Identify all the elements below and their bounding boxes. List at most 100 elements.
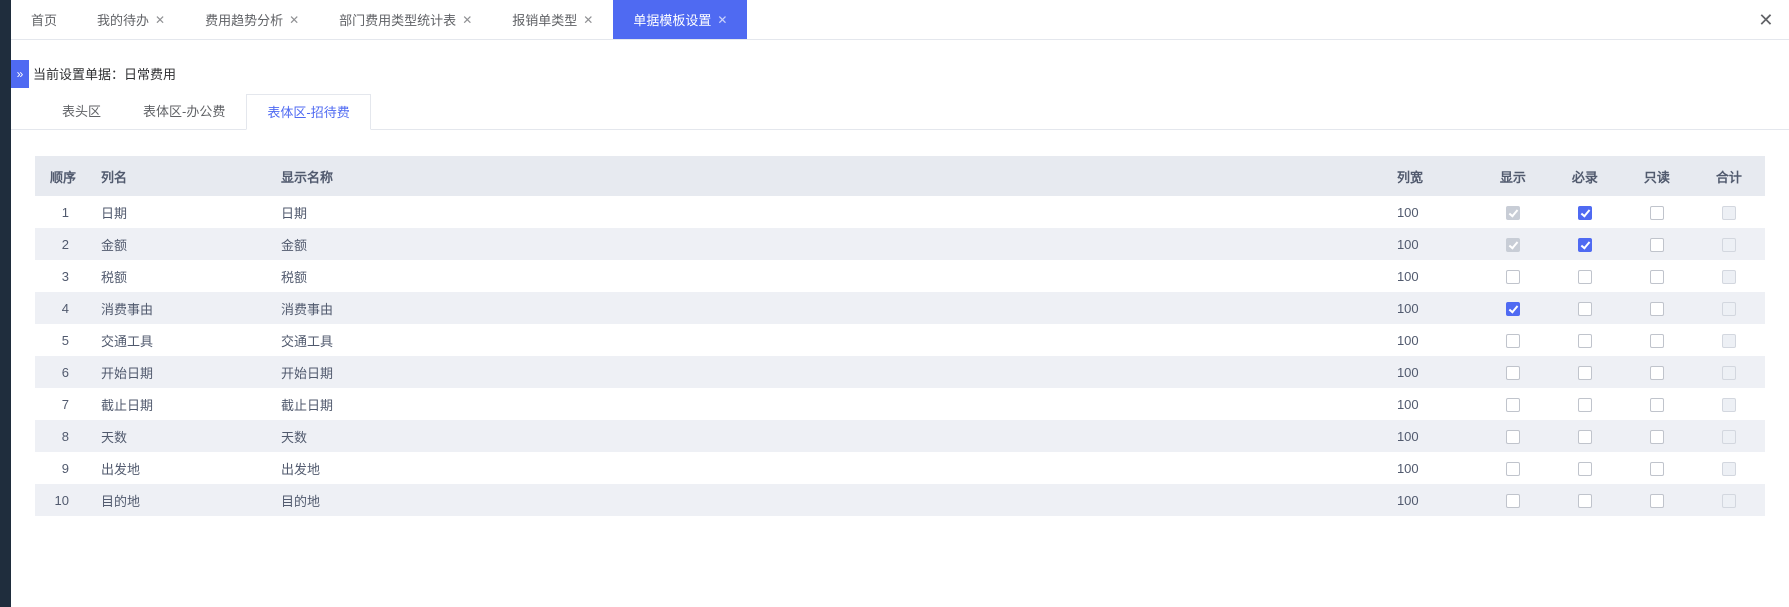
required-checkbox[interactable]	[1578, 302, 1592, 316]
show-checkbox[interactable]	[1506, 270, 1520, 284]
readonly-checkbox[interactable]	[1650, 398, 1664, 412]
sum-checkbox	[1722, 398, 1736, 412]
top-tab[interactable]: 费用趋势分析✕	[185, 0, 319, 39]
close-icon: ✕	[1758, 10, 1773, 31]
table-row: 1日期日期100	[35, 196, 1765, 228]
show-checkbox	[1506, 206, 1520, 220]
cell-width[interactable]: 100	[1387, 388, 1477, 420]
th-width: 列宽	[1387, 156, 1477, 196]
cell-width[interactable]: 100	[1387, 260, 1477, 292]
cell-name: 消费事由	[91, 292, 271, 324]
cell-width[interactable]: 100	[1387, 356, 1477, 388]
required-checkbox[interactable]	[1578, 238, 1592, 252]
cell-display-name[interactable]: 日期	[271, 196, 1387, 228]
required-checkbox[interactable]	[1578, 430, 1592, 444]
cell-width[interactable]: 100	[1387, 324, 1477, 356]
required-checkbox[interactable]	[1578, 270, 1592, 284]
chevron-right-double-icon: »	[17, 67, 24, 81]
top-tab[interactable]: 报销单类型✕	[492, 0, 613, 39]
section-tab[interactable]: 表体区-招待费	[246, 94, 370, 130]
required-checkbox[interactable]	[1578, 462, 1592, 476]
cell-req	[1549, 292, 1621, 324]
cell-show	[1477, 388, 1549, 420]
show-checkbox[interactable]	[1506, 494, 1520, 508]
table-row: 5交通工具交通工具100	[35, 324, 1765, 356]
show-checkbox[interactable]	[1506, 334, 1520, 348]
readonly-checkbox[interactable]	[1650, 334, 1664, 348]
sum-checkbox	[1722, 206, 1736, 220]
cell-display-name[interactable]: 开始日期	[271, 356, 1387, 388]
cell-width[interactable]: 100	[1387, 228, 1477, 260]
config-table-wrapper: 顺序 列名 显示名称 列宽 显示 必录 只读 合计 1日期日期1002金额金额1…	[11, 130, 1789, 516]
cell-ro	[1621, 196, 1693, 228]
cell-width[interactable]: 100	[1387, 196, 1477, 228]
cell-req	[1549, 420, 1621, 452]
cell-show	[1477, 196, 1549, 228]
table-row: 10目的地目的地100	[35, 484, 1765, 516]
th-show: 显示	[1477, 156, 1549, 196]
close-icon[interactable]: ✕	[155, 13, 165, 27]
readonly-checkbox[interactable]	[1650, 366, 1664, 380]
cell-display-name[interactable]: 金额	[271, 228, 1387, 260]
show-checkbox[interactable]	[1506, 366, 1520, 380]
section-tab[interactable]: 表头区	[41, 93, 122, 129]
top-tab-label: 单据模板设置	[633, 10, 711, 29]
show-checkbox[interactable]	[1506, 398, 1520, 412]
cell-width[interactable]: 100	[1387, 452, 1477, 484]
readonly-checkbox[interactable]	[1650, 462, 1664, 476]
collapse-sidebar-button[interactable]: »	[11, 60, 29, 88]
close-icon[interactable]: ✕	[462, 13, 472, 27]
required-checkbox[interactable]	[1578, 494, 1592, 508]
cell-seq: 8	[35, 420, 91, 452]
th-req: 必录	[1549, 156, 1621, 196]
close-icon[interactable]: ✕	[583, 13, 593, 27]
cell-width[interactable]: 100	[1387, 484, 1477, 516]
table-row: 7截止日期截止日期100	[35, 388, 1765, 420]
close-all-tabs-button[interactable]: ✕	[1749, 0, 1783, 40]
cell-show	[1477, 324, 1549, 356]
cell-show	[1477, 356, 1549, 388]
required-checkbox[interactable]	[1578, 398, 1592, 412]
cell-seq: 7	[35, 388, 91, 420]
show-checkbox[interactable]	[1506, 430, 1520, 444]
required-checkbox[interactable]	[1578, 334, 1592, 348]
sum-checkbox	[1722, 302, 1736, 316]
required-checkbox[interactable]	[1578, 366, 1592, 380]
cell-display-name[interactable]: 税额	[271, 260, 1387, 292]
cell-ro	[1621, 356, 1693, 388]
cell-width[interactable]: 100	[1387, 420, 1477, 452]
readonly-checkbox[interactable]	[1650, 494, 1664, 508]
close-icon[interactable]: ✕	[289, 13, 299, 27]
cell-req	[1549, 452, 1621, 484]
cell-display-name[interactable]: 目的地	[271, 484, 1387, 516]
cell-seq: 9	[35, 452, 91, 484]
sum-checkbox	[1722, 462, 1736, 476]
cell-display-name[interactable]: 截止日期	[271, 388, 1387, 420]
top-tab[interactable]: 我的待办✕	[77, 0, 185, 39]
cell-ro	[1621, 324, 1693, 356]
cell-display-name[interactable]: 天数	[271, 420, 1387, 452]
readonly-checkbox[interactable]	[1650, 430, 1664, 444]
cell-width[interactable]: 100	[1387, 292, 1477, 324]
top-tab[interactable]: 单据模板设置 ✕	[613, 0, 747, 39]
main-area: 首页我的待办✕费用趋势分析✕部门费用类型统计表✕报销单类型✕单据模板设置✕ ✕ …	[11, 0, 1789, 607]
cell-display-name[interactable]: 交通工具	[271, 324, 1387, 356]
top-tab[interactable]: 部门费用类型统计表✕	[319, 0, 492, 39]
show-checkbox[interactable]	[1506, 302, 1520, 316]
cell-name: 天数	[91, 420, 271, 452]
readonly-checkbox[interactable]	[1650, 270, 1664, 284]
cell-sum	[1693, 484, 1765, 516]
required-checkbox[interactable]	[1578, 206, 1592, 220]
sum-checkbox	[1722, 430, 1736, 444]
show-checkbox[interactable]	[1506, 462, 1520, 476]
readonly-checkbox[interactable]	[1650, 206, 1664, 220]
cell-sum	[1693, 228, 1765, 260]
section-tab[interactable]: 表体区-办公费	[122, 93, 246, 129]
cell-sum	[1693, 452, 1765, 484]
readonly-checkbox[interactable]	[1650, 302, 1664, 316]
readonly-checkbox[interactable]	[1650, 238, 1664, 252]
top-tab[interactable]: 首页	[11, 0, 77, 39]
cell-display-name[interactable]: 出发地	[271, 452, 1387, 484]
cell-display-name[interactable]: 消费事由	[271, 292, 1387, 324]
close-icon[interactable]: ✕	[717, 13, 727, 27]
